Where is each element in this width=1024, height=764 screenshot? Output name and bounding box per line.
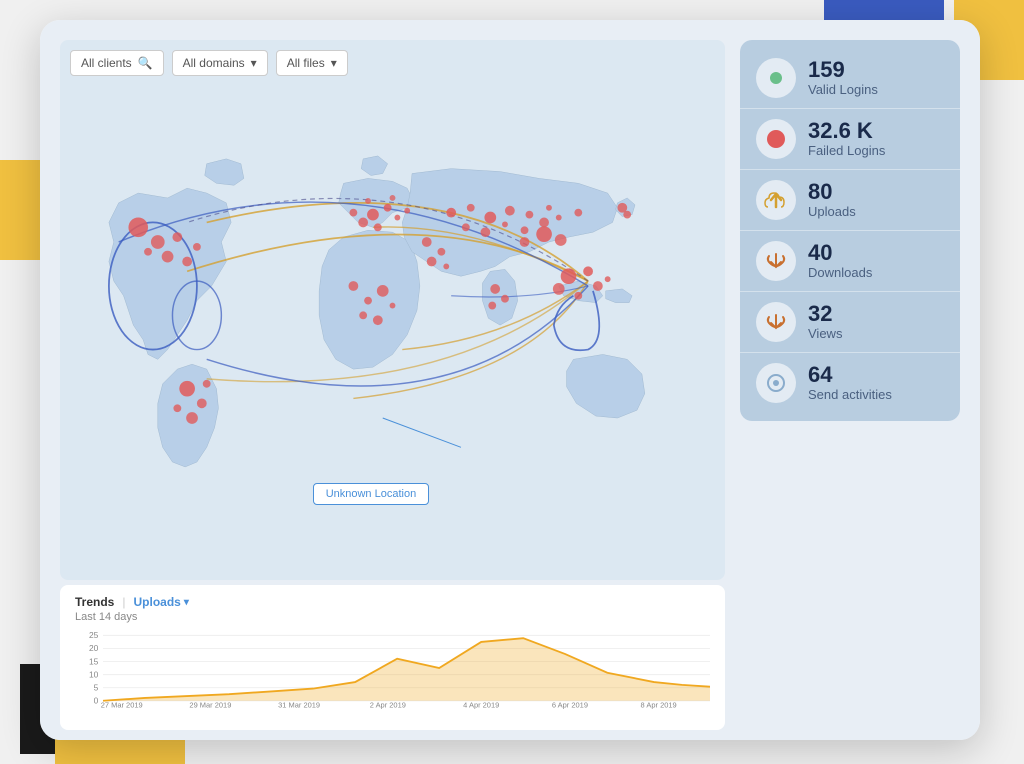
svg-text:31 Mar 2019: 31 Mar 2019 (278, 700, 320, 709)
chart-filter-label: Uploads (133, 595, 180, 609)
chevron-down-icon-2: ▾ (331, 56, 337, 70)
uploads-number: 80 (808, 180, 856, 204)
unknown-location-label: Unknown Location (313, 483, 430, 505)
chart-title: Trends (75, 595, 114, 609)
stats-panel: 159 Valid Logins 32.6 K Failed Logins (740, 40, 960, 421)
svg-text:0: 0 (94, 696, 99, 706)
views-number: 32 (808, 302, 842, 326)
laptop-frame: All clients 🔍 All domains ▾ All files ▾ (40, 20, 980, 740)
stat-uploads[interactable]: 80 Uploads (740, 170, 960, 231)
svg-text:15: 15 (89, 656, 99, 666)
valid-logins-icon (756, 58, 796, 98)
svg-text:20: 20 (89, 643, 99, 653)
chart-filter[interactable]: Uploads ▾ (133, 595, 188, 609)
world-map: Unknown Location (60, 80, 725, 580)
valid-logins-text: 159 Valid Logins (808, 58, 878, 98)
stat-failed-logins[interactable]: 32.6 K Failed Logins (740, 109, 960, 170)
failed-logins-label: Failed Logins (808, 143, 885, 159)
svg-text:5: 5 (94, 682, 99, 692)
domains-label: All domains (183, 56, 245, 70)
svg-text:4 Apr 2019: 4 Apr 2019 (463, 700, 499, 709)
uploads-icon (756, 180, 796, 220)
stat-downloads[interactable]: 40 Downloads (740, 231, 960, 292)
svg-text:10: 10 (89, 669, 99, 679)
svg-text:27 Mar 2019: 27 Mar 2019 (101, 700, 143, 709)
failed-logins-number: 32.6 K (808, 119, 885, 143)
search-box[interactable]: All clients 🔍 (70, 50, 164, 76)
send-activities-label: Send activities (808, 387, 892, 403)
valid-logins-number: 159 (808, 58, 878, 82)
domains-dropdown[interactable]: All domains ▾ (172, 50, 268, 76)
files-dropdown[interactable]: All files ▾ (276, 50, 348, 76)
svg-text:25: 25 (89, 630, 99, 640)
chevron-down-icon: ▾ (251, 56, 257, 70)
map-area: All clients 🔍 All domains ▾ All files ▾ (60, 40, 725, 580)
views-label: Views (808, 326, 842, 342)
chart-header: Trends | Uploads ▾ (75, 595, 710, 609)
views-text: 32 Views (808, 302, 842, 342)
dashboard: All clients 🔍 All domains ▾ All files ▾ (40, 20, 980, 740)
chart-svg: 25 20 15 10 5 0 27 Mar 2019 29 Mar 2019 … (75, 628, 710, 710)
stat-send-activities[interactable]: 64 Send activities (740, 353, 960, 413)
downloads-icon (756, 241, 796, 281)
svg-text:6 Apr 2019: 6 Apr 2019 (552, 700, 588, 709)
chart-divider: | (122, 595, 125, 609)
uploads-text: 80 Uploads (808, 180, 856, 220)
search-text: All clients (81, 56, 132, 70)
valid-logins-label: Valid Logins (808, 82, 878, 98)
chart-subtitle: Last 14 days (75, 611, 710, 623)
views-icon (756, 302, 796, 342)
svg-text:2 Apr 2019: 2 Apr 2019 (370, 700, 406, 709)
send-activities-number: 64 (808, 363, 892, 387)
svg-text:8 Apr 2019: 8 Apr 2019 (641, 700, 677, 709)
toolbar: All clients 🔍 All domains ▾ All files ▾ (70, 50, 348, 76)
downloads-number: 40 (808, 241, 872, 265)
chart-area: Trends | Uploads ▾ Last 14 days 25 20 (60, 585, 725, 730)
send-activities-icon (756, 363, 796, 403)
uploads-label: Uploads (808, 204, 856, 220)
svg-text:29 Mar 2019: 29 Mar 2019 (189, 700, 231, 709)
downloads-text: 40 Downloads (808, 241, 872, 281)
failed-logins-icon (756, 119, 796, 159)
chevron-down-icon-chart: ▾ (184, 597, 189, 608)
failed-logins-text: 32.6 K Failed Logins (808, 119, 885, 159)
send-activities-text: 64 Send activities (808, 363, 892, 403)
files-label: All files (287, 56, 325, 70)
search-icon: 🔍 (138, 56, 153, 70)
downloads-label: Downloads (808, 265, 872, 281)
stat-valid-logins[interactable]: 159 Valid Logins (740, 48, 960, 109)
stat-views[interactable]: 32 Views (740, 292, 960, 353)
